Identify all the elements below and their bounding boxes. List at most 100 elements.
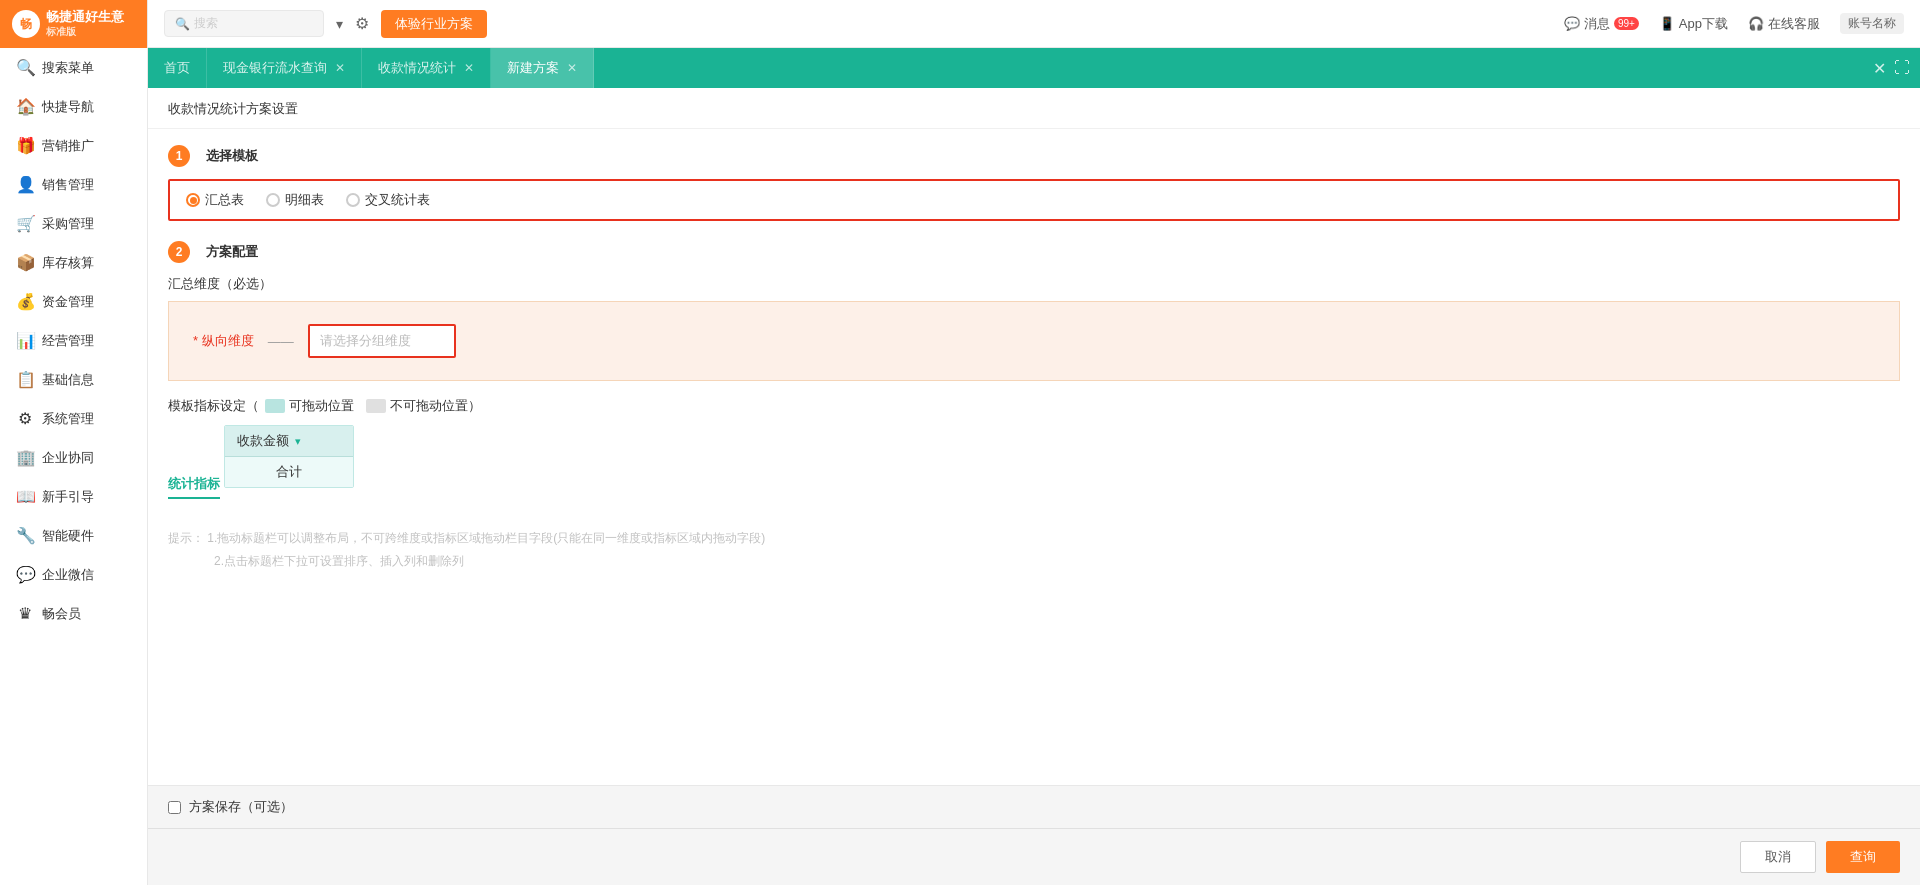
sidebar-item-label: 畅会员 <box>42 605 81 623</box>
user-icon: 👤 <box>16 175 34 194</box>
hint-1: 提示： 1.拖动标题栏可以调整布局，不可跨维度或指标区域拖动栏目字段(只能在同一… <box>168 527 1900 550</box>
metrics-table-header[interactable]: 收款金额 ▾ <box>225 426 353 457</box>
sidebar-item-label: 搜索菜单 <box>42 59 94 77</box>
dimension-row: * 纵向维度 —— 请选择分组维度 <box>193 324 1875 358</box>
sidebar-item-purchase[interactable]: 🛒 采购管理 <box>0 204 147 243</box>
legend-draggable-item: 可拖动位置 <box>265 397 354 415</box>
save-label: 方案保存（可选） <box>189 798 293 816</box>
sidebar-item-label: 基础信息 <box>42 371 94 389</box>
arrow-icon: —— <box>268 334 294 349</box>
tabbar-actions: ✕ ⛶ <box>1863 48 1920 88</box>
sidebar-item-label: 营销推广 <box>42 137 94 155</box>
trial-button[interactable]: 体验行业方案 <box>381 10 487 38</box>
sidebar-item-wechat[interactable]: 💬 企业微信 <box>0 555 147 594</box>
sidebar-item-basic[interactable]: 📋 基础信息 <box>0 360 147 399</box>
save-section: 方案保存（可选） <box>148 785 1920 828</box>
template-select-box: 汇总表 明细表 交叉统计表 <box>168 179 1900 221</box>
tab-home[interactable]: 首页 <box>148 48 207 88</box>
sidebar-item-search[interactable]: 🔍 搜索菜单 <box>0 48 147 87</box>
settings-icon[interactable]: ⚙ <box>355 14 369 33</box>
query-button[interactable]: 查询 <box>1826 841 1900 873</box>
notification-item[interactable]: 💬 消息 99+ <box>1564 15 1639 33</box>
download-icon: 📱 <box>1659 16 1675 31</box>
tab-receipt[interactable]: 收款情况统计 ✕ <box>362 48 491 88</box>
logo-icon: 畅 <box>12 10 40 38</box>
window-close-icon[interactable]: ✕ <box>1873 59 1886 78</box>
tab-receipt-label: 收款情况统计 <box>378 59 456 77</box>
sidebar-item-label: 销售管理 <box>42 176 94 194</box>
sidebar-item-system[interactable]: ⚙ 系统管理 <box>0 399 147 438</box>
legend-fixed-item: 不可拖动位置） <box>366 397 481 415</box>
topbar: 🔍 搜索 ▾ ⚙ 体验行业方案 💬 消息 99+ 📱 App下载 🎧 在线客服 … <box>148 0 1920 48</box>
user-account[interactable]: 账号名称 <box>1840 13 1904 34</box>
sidebar-item-sales[interactable]: 👤 销售管理 <box>0 165 147 204</box>
dimension-section-label: 汇总维度（必选） <box>148 275 1920 301</box>
gear-icon: ⚙ <box>16 409 34 428</box>
radio-cross-circle <box>346 193 360 207</box>
service-icon: 🎧 <box>1748 16 1764 31</box>
gift-icon: 🎁 <box>16 136 34 155</box>
tab-new-plan[interactable]: 新建方案 ✕ <box>491 48 594 88</box>
page-title: 收款情况统计方案设置 <box>148 88 1920 129</box>
metrics-label-prefix: 模板指标设定（ <box>168 397 259 415</box>
sidebar-item-operation[interactable]: 📊 经营管理 <box>0 321 147 360</box>
search-placeholder: 搜索 <box>194 15 218 32</box>
tab-cashflow[interactable]: 现金银行流水查询 ✕ <box>207 48 362 88</box>
cart-icon: 🛒 <box>16 214 34 233</box>
cancel-button[interactable]: 取消 <box>1740 841 1816 873</box>
search-icon: 🔍 <box>16 58 34 77</box>
metrics-table-row: 合计 <box>225 457 353 487</box>
download-item[interactable]: 📱 App下载 <box>1659 15 1728 33</box>
hint-2: 2.点击标题栏下拉可设置排序、插入列和删除列 <box>168 550 1900 573</box>
dimension-label-text: 汇总维度（必选） <box>168 276 272 291</box>
tab-cashflow-label: 现金银行流水查询 <box>223 59 327 77</box>
tab-cashflow-close[interactable]: ✕ <box>335 61 345 75</box>
metrics-header-text: 收款金额 <box>237 432 289 450</box>
sidebar-item-marketing[interactable]: 🎁 营销推广 <box>0 126 147 165</box>
search-dropdown-icon[interactable]: ▾ <box>336 16 343 32</box>
sidebar-item-label: 快捷导航 <box>42 98 94 116</box>
service-label: 在线客服 <box>1768 15 1820 33</box>
save-checkbox[interactable] <box>168 801 181 814</box>
notification-badge: 99+ <box>1614 17 1639 30</box>
dimension-select[interactable]: 请选择分组维度 <box>308 324 456 358</box>
sidebar-item-label: 采购管理 <box>42 215 94 233</box>
fixed-legend-box <box>366 399 386 413</box>
logo-badge: 标准版 <box>46 25 124 39</box>
sidebar-item-enterprise[interactable]: 🏢 企业协同 <box>0 438 147 477</box>
sidebar-item-label: 资金管理 <box>42 293 94 311</box>
sidebar: 畅 畅捷通好生意 标准版 🔍 搜索菜单 🏠 快捷导航 🎁 营销推广 👤 销售管理… <box>0 0 148 885</box>
sidebar-item-quick-nav[interactable]: 🏠 快捷导航 <box>0 87 147 126</box>
search-box[interactable]: 🔍 搜索 <box>164 10 324 37</box>
tab-receipt-close[interactable]: ✕ <box>464 61 474 75</box>
step1-section: 1 选择模板 <box>148 129 1920 179</box>
book-icon: 📖 <box>16 487 34 506</box>
radio-detail[interactable]: 明细表 <box>266 191 324 209</box>
sidebar-item-hardware[interactable]: 🔧 智能硬件 <box>0 516 147 555</box>
sidebar-item-guide[interactable]: 📖 新手引导 <box>0 477 147 516</box>
radio-cross[interactable]: 交叉统计表 <box>346 191 430 209</box>
hints-section: 提示： 1.拖动标题栏可以调整布局，不可跨维度或指标区域拖动栏目字段(只能在同一… <box>148 523 1920 589</box>
service-item[interactable]: 🎧 在线客服 <box>1748 15 1820 33</box>
tab-new-plan-close[interactable]: ✕ <box>567 61 577 75</box>
sidebar-item-member[interactable]: ♛ 畅会员 <box>0 594 147 633</box>
footer: 取消 查询 <box>148 828 1920 885</box>
window-maximize-icon[interactable]: ⛶ <box>1894 59 1910 77</box>
radio-detail-circle <box>266 193 280 207</box>
stats-section-label: 统计指标 <box>168 475 220 499</box>
content-area: 收款情况统计方案设置 1 选择模板 汇总表 明细表 交叉统计 <box>148 88 1920 885</box>
tabbar: 首页 现金银行流水查询 ✕ 收款情况统计 ✕ 新建方案 ✕ ✕ ⛶ <box>148 48 1920 88</box>
metrics-dropdown-icon[interactable]: ▾ <box>295 435 301 448</box>
draggable-legend-box <box>265 399 285 413</box>
sidebar-item-label: 经营管理 <box>42 332 94 350</box>
sidebar-item-inventory[interactable]: 📦 库存核算 <box>0 243 147 282</box>
metrics-table: 收款金额 ▾ 合计 <box>224 425 354 488</box>
radio-summary[interactable]: 汇总表 <box>186 191 244 209</box>
radio-detail-label: 明细表 <box>285 191 324 209</box>
step1-number: 1 <box>168 145 190 167</box>
chart-icon: 📊 <box>16 331 34 350</box>
crown-icon: ♛ <box>16 604 34 623</box>
radio-summary-circle <box>186 193 200 207</box>
box-icon: 📦 <box>16 253 34 272</box>
sidebar-item-finance[interactable]: 💰 资金管理 <box>0 282 147 321</box>
